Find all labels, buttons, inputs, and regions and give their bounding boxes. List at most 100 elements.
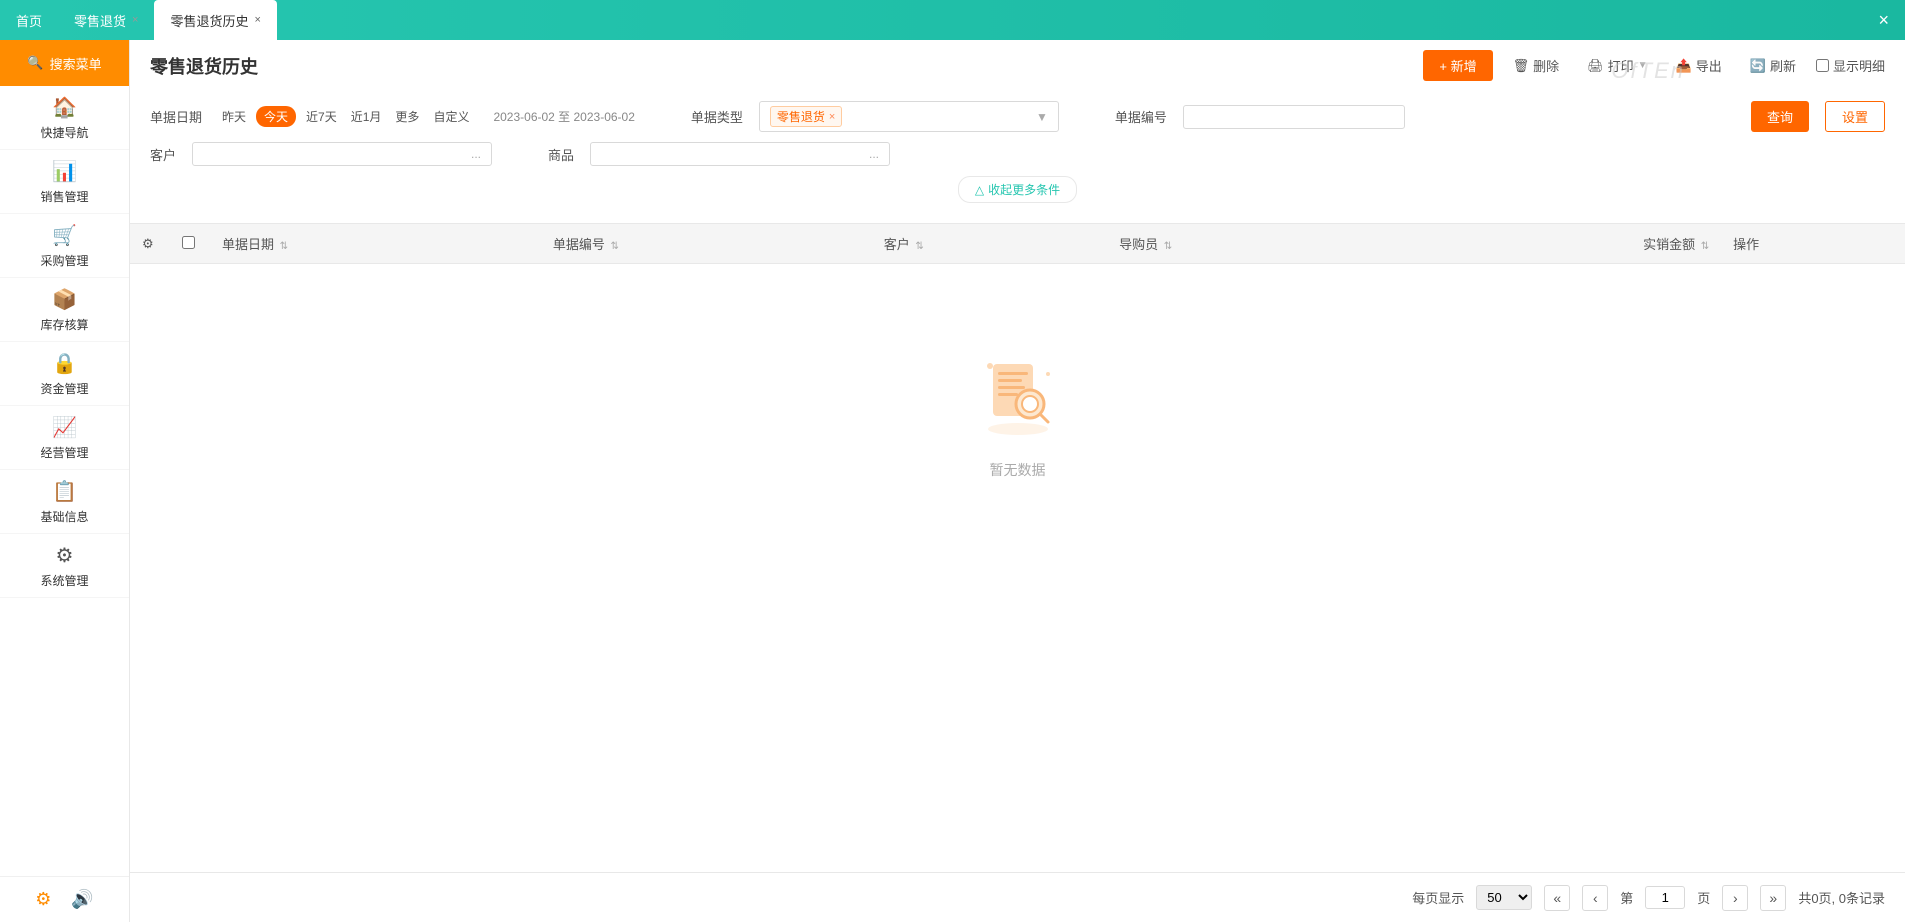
sort-amount-icon[interactable]: ⇅	[1701, 241, 1709, 252]
sidebar-item-quick-nav[interactable]: 🏠 快捷导航	[0, 86, 129, 150]
refresh-icon: 🔄	[1750, 58, 1766, 74]
doc-type-label: 单据类型	[691, 107, 743, 126]
main-layout: 🔍 搜索菜单 🏠 快捷导航 📊 销售管理 🛒 采购管理 📦 库存核算 🔒 资金管…	[0, 40, 1905, 922]
th-amount: 实销金额 ⇅	[1390, 224, 1721, 264]
tab-retail-return[interactable]: 零售退货 ×	[58, 0, 154, 40]
tab-retail-return-history-close[interactable]: ×	[254, 14, 260, 26]
sort-customer-icon[interactable]: ⇅	[915, 241, 923, 252]
page-prev-button[interactable]: ‹	[1582, 885, 1608, 911]
sort-date-icon[interactable]: ⇅	[280, 241, 288, 252]
sidebar-item-finance[interactable]: 🔒 资金管理	[0, 342, 129, 406]
print-button[interactable]: 🖨 打印 ▼	[1579, 52, 1655, 79]
page-first-button[interactable]: «	[1544, 885, 1570, 911]
doc-type-tag: 零售退货 ×	[770, 106, 842, 127]
filter-row-1: 单据日期 昨天 今天 近7天 近1月 更多 自定义 2023-06-02 至 2…	[150, 101, 1885, 132]
footer-bar: 每页显示 10 20 50 100 « ‹ 第 页 › » 共0页, 0条记录	[130, 872, 1905, 922]
collapse-button[interactable]: △ 收起更多条件	[958, 176, 1077, 203]
page-input[interactable]	[1645, 886, 1685, 909]
export-icon: 📤	[1676, 58, 1692, 74]
sidebar-search[interactable]: 🔍 搜索菜单	[0, 40, 129, 86]
show-detail-checkbox[interactable]: 显示明细	[1816, 56, 1885, 75]
doc-type-select[interactable]: 零售退货 × ▼	[759, 101, 1059, 132]
th-amount-label: 实销金额	[1643, 237, 1695, 252]
inventory-icon: 📦	[52, 287, 77, 312]
sidebar-item-inventory[interactable]: 📦 库存核算	[0, 278, 129, 342]
th-settings[interactable]: ⚙	[130, 224, 170, 264]
date-opt-yesterday[interactable]: 昨天	[218, 107, 250, 126]
page-label: 第	[1620, 888, 1633, 907]
th-no-label: 单据编号	[553, 237, 605, 252]
sidebar-item-basic-info[interactable]: 📋 基础信息	[0, 470, 129, 534]
th-guide: 导购员 ⇅	[1107, 224, 1390, 264]
sidebar-item-sales[interactable]: 📊 销售管理	[0, 150, 129, 214]
print-dropdown-icon: ▼	[1638, 60, 1648, 71]
export-button[interactable]: 📤 导出	[1668, 52, 1730, 79]
tab-retail-return-history[interactable]: 零售退货历史 ×	[154, 0, 276, 40]
th-guide-label: 导购员	[1119, 237, 1158, 252]
doc-no-input-box[interactable]	[1183, 105, 1405, 129]
tab-retail-return-label: 零售退货	[74, 11, 126, 30]
basic-info-icon: 📋	[52, 479, 77, 504]
th-action: 操作	[1721, 224, 1905, 264]
print-label: 打印	[1608, 56, 1634, 75]
sidebar-item-purchase[interactable]: 🛒 采购管理	[0, 214, 129, 278]
date-opt-7days[interactable]: 近7天	[302, 107, 341, 126]
delete-button[interactable]: 🗑 删除	[1505, 52, 1568, 79]
system-icon: ⚙	[56, 543, 74, 568]
product-select[interactable]: ...	[590, 142, 890, 166]
empty-state: 暂无数据	[130, 264, 1905, 560]
th-no: 单据编号 ⇅	[541, 224, 872, 264]
export-label: 导出	[1696, 56, 1722, 75]
sales-icon: 📊	[52, 159, 77, 184]
settings-button[interactable]: 设置	[1825, 101, 1885, 132]
th-action-label: 操作	[1733, 237, 1759, 252]
doc-no-input[interactable]	[1194, 110, 1394, 124]
refresh-label: 刷新	[1770, 56, 1796, 75]
th-customer-label: 客户	[884, 237, 910, 252]
sidebar-item-sales-label: 销售管理	[40, 188, 88, 205]
settings-gear-icon[interactable]: ⚙	[142, 236, 154, 251]
new-button[interactable]: + 新增	[1423, 50, 1492, 81]
tab-home-label: 首页	[16, 11, 42, 30]
th-checkbox[interactable]	[170, 224, 210, 264]
product-input[interactable]	[601, 147, 801, 161]
refresh-button[interactable]: 🔄 刷新	[1742, 52, 1804, 79]
show-detail-input[interactable]	[1816, 59, 1829, 72]
customer-input[interactable]	[203, 147, 403, 161]
per-page-select[interactable]: 10 20 50 100	[1476, 885, 1532, 910]
date-opt-1month[interactable]: 近1月	[347, 107, 386, 126]
window-close-button[interactable]: ×	[1862, 10, 1905, 31]
delete-icon: 🗑	[1513, 58, 1530, 74]
sidebar-item-system[interactable]: ⚙ 系统管理	[0, 534, 129, 598]
volume-icon[interactable]: 🔊	[71, 889, 93, 910]
page-last-button[interactable]: »	[1760, 885, 1786, 911]
collapse-icon: △	[975, 183, 984, 197]
home-icon: 🏠	[52, 95, 77, 120]
search-icon: 🔍	[27, 55, 43, 71]
product-ellipsis: ...	[869, 147, 879, 161]
page-next-button[interactable]: ›	[1722, 885, 1748, 911]
table-area: ⚙ 单据日期 ⇅ 单据编号 ⇅	[130, 224, 1905, 872]
sort-guide-icon[interactable]: ⇅	[1164, 241, 1172, 252]
query-button[interactable]: 查询	[1751, 101, 1809, 132]
content-area: 零售退货历史 + 新增 🗑 删除 🖨 打印 ▼ 📤 导出	[130, 40, 1905, 922]
date-opt-more[interactable]: 更多	[391, 107, 423, 126]
customer-select[interactable]: ...	[192, 142, 492, 166]
sidebar-item-operation[interactable]: 📈 经营管理	[0, 406, 129, 470]
tab-retail-return-history-label: 零售退货历史	[170, 11, 248, 30]
doc-no-label: 单据编号	[1115, 107, 1167, 126]
show-detail-label: 显示明细	[1833, 56, 1885, 75]
date-opt-custom[interactable]: 自定义	[429, 107, 473, 126]
tab-retail-return-close[interactable]: ×	[132, 14, 138, 26]
finance-icon: 🔒	[52, 351, 77, 376]
tab-home[interactable]: 首页	[0, 0, 58, 40]
select-all-checkbox[interactable]	[182, 236, 195, 249]
sidebar: 🔍 搜索菜单 🏠 快捷导航 📊 销售管理 🛒 采购管理 📦 库存核算 🔒 资金管…	[0, 40, 130, 922]
sidebar-bottom: ⚙ 🔊	[0, 876, 129, 922]
date-opt-today[interactable]: 今天	[256, 106, 296, 127]
sort-no-icon[interactable]: ⇅	[611, 241, 619, 252]
sidebar-item-operation-label: 经营管理	[40, 444, 88, 461]
settings-icon[interactable]: ⚙	[35, 889, 51, 910]
doc-type-tag-close[interactable]: ×	[829, 111, 835, 123]
total-info: 共0页, 0条记录	[1798, 888, 1885, 907]
